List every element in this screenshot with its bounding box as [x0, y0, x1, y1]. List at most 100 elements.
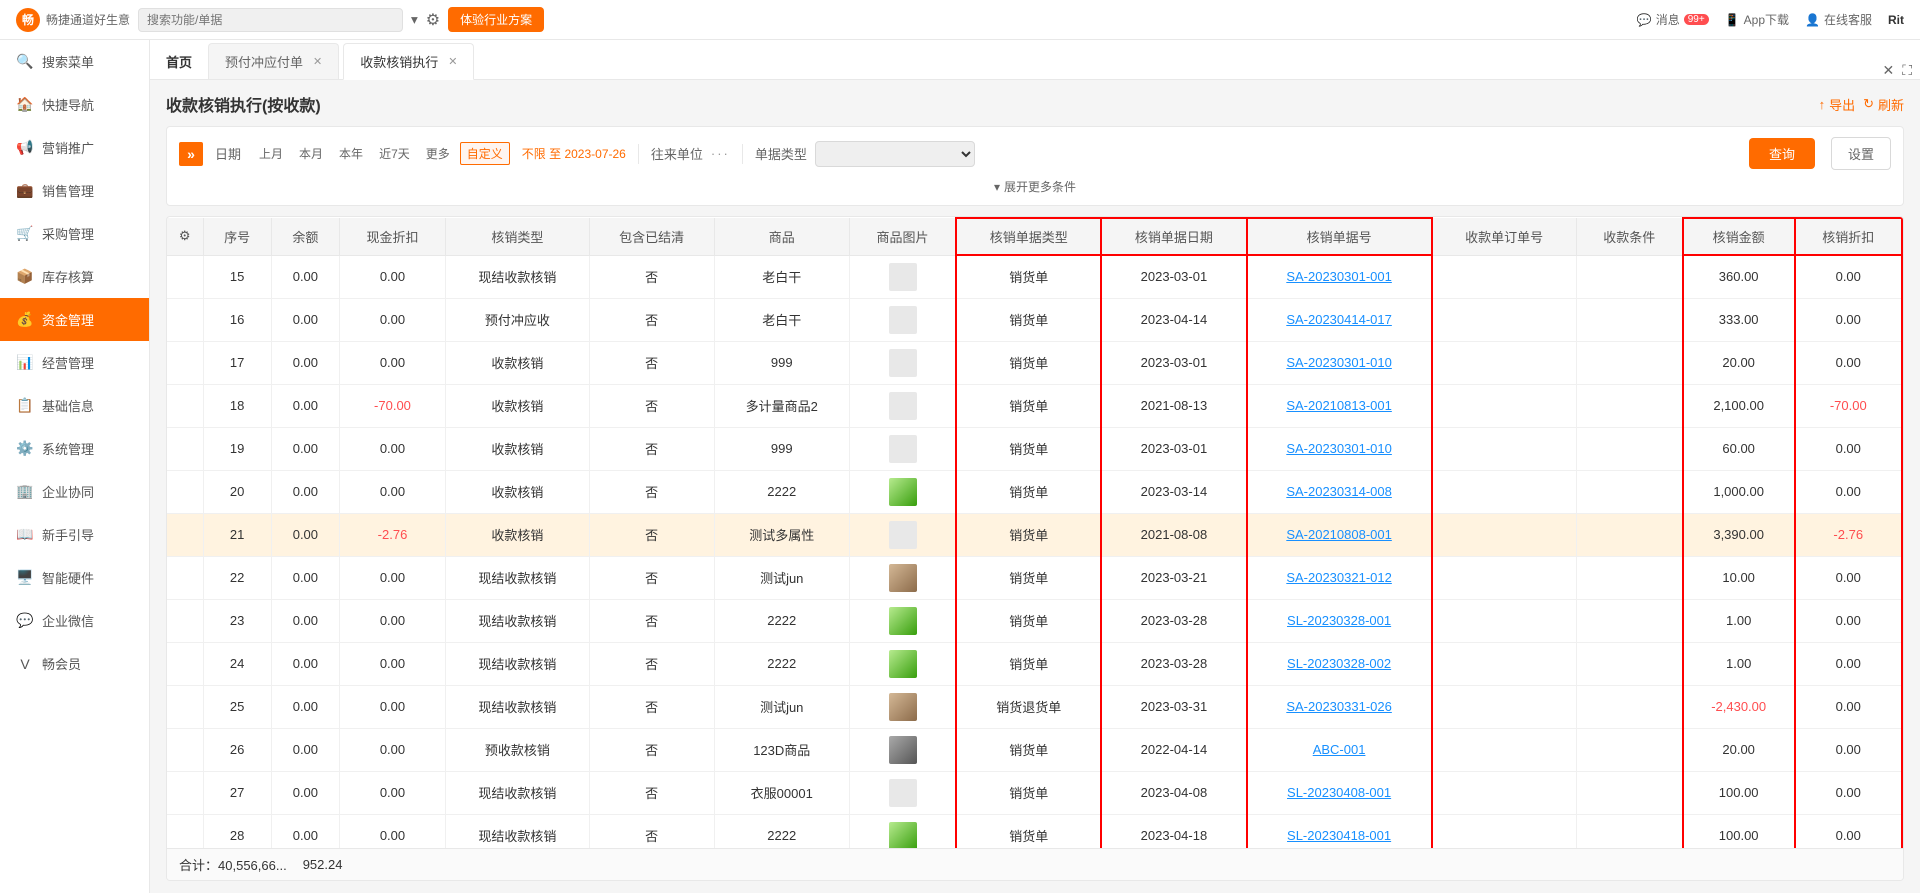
- tab-prepay-close[interactable]: ✕: [313, 55, 322, 68]
- sidebar-item-enterprise[interactable]: 🏢 企业协同: [0, 470, 149, 513]
- sidebar-item-smart-hw[interactable]: 🖥️ 智能硬件: [0, 556, 149, 599]
- date-btn-7days[interactable]: 近7天: [373, 143, 416, 164]
- page-title: 收款核销执行(按收款): [166, 92, 321, 116]
- filter-expand-btn[interactable]: »: [179, 142, 203, 166]
- inventory-icon: 📦: [16, 268, 34, 286]
- layout: 🔍 搜索菜单 🏠 快捷导航 📢 营销推广 💼 销售管理 🛒 采购管理 📦 库存核…: [0, 40, 1920, 893]
- fund-icon: 💰: [16, 311, 34, 329]
- table-footer: 合计：40,556,66... 952.24: [167, 848, 1903, 880]
- date-btn-this-month[interactable]: 本月: [293, 143, 329, 164]
- tab-prepay[interactable]: 预付冲应付单 ✕: [208, 43, 339, 79]
- voucher-type-group: 单据类型: [755, 141, 975, 167]
- tab-collection[interactable]: 收款核销执行 ✕: [343, 43, 474, 80]
- export-btn[interactable]: ↑ 导出: [1819, 95, 1856, 114]
- smart-hw-icon: 🖥️: [16, 569, 34, 587]
- sidebar-item-system-mgmt[interactable]: ⚙️ 系统管理: [0, 427, 149, 470]
- sidebar-label-operations: 经营管理: [42, 353, 94, 372]
- sidebar-item-operations[interactable]: 📊 经营管理: [0, 341, 149, 384]
- refresh-btn[interactable]: ↻ 刷新: [1863, 95, 1904, 114]
- th-goods: 商品: [714, 218, 849, 255]
- app-download-btn[interactable]: 📱 App下载: [1725, 11, 1789, 28]
- voucher-type-select[interactable]: [815, 141, 975, 167]
- sidebar-label-fund-mgmt: 资金管理: [42, 310, 94, 329]
- window-maximize-btn[interactable]: ⛶: [1902, 62, 1912, 79]
- expand-more-btn[interactable]: ▾ 展开更多条件: [179, 178, 1891, 195]
- window-close-btn[interactable]: ✕: [1882, 62, 1894, 79]
- tab-home[interactable]: 首页: [158, 44, 200, 79]
- system-icon: ⚙️: [16, 440, 34, 458]
- th-receipt-condition: 收款条件: [1576, 218, 1683, 255]
- brand-name: 畅捷通道好生意: [46, 11, 130, 28]
- sidebar-label-new-guide: 新手引导: [42, 525, 94, 544]
- topbar-settings-btn[interactable]: ⚙: [426, 10, 440, 30]
- filter-bar: » 日期 上月 本月 本年 近7天 更多 自定义 不限 至 2023-07-26: [166, 126, 1904, 206]
- date-options: 上月 本月 本年 近7天 更多 自定义: [253, 142, 510, 165]
- sidebar-item-search-menu[interactable]: 🔍 搜索菜单: [0, 40, 149, 83]
- query-btn[interactable]: 查询: [1749, 138, 1815, 169]
- sidebar-item-inventory[interactable]: 📦 库存核算: [0, 255, 149, 298]
- table-row: 21 0.00 -2.76 收款核销 否 测试多属性 销货单 2021-08-0…: [167, 513, 1902, 556]
- sidebar-label-search-menu: 搜索菜单: [42, 52, 94, 71]
- sidebar-item-purchase-mgmt[interactable]: 🛒 采购管理: [0, 212, 149, 255]
- sidebar-item-marketing[interactable]: 📢 营销推广: [0, 126, 149, 169]
- online-service-btn[interactable]: 👤 在线客服: [1805, 11, 1872, 28]
- date-btn-custom[interactable]: 自定义: [460, 142, 510, 165]
- sidebar-label-marketing: 营销推广: [42, 138, 94, 157]
- tab-collection-close[interactable]: ✕: [448, 55, 457, 68]
- page-content: 收款核销执行(按收款) ↑ 导出 ↻ 刷新 »: [150, 80, 1920, 893]
- app-icon: 📱: [1725, 13, 1740, 27]
- footer-amount: 合计：40,556,66...: [179, 855, 287, 874]
- date-btn-last-month[interactable]: 上月: [253, 143, 289, 164]
- filter-settings-btn[interactable]: 设置: [1831, 137, 1891, 170]
- data-table: ⚙ 序号 余额 现金折扣 核销类型 包含已结清 商品 商品图片 核销单据类型 核…: [167, 217, 1903, 848]
- filter-divider2: [742, 144, 743, 164]
- table-row: 23 0.00 0.00 现结收款核销 否 2222 销货单 2023-03-2…: [167, 599, 1902, 642]
- table-row: 22 0.00 0.00 现结收款核销 否 测试jun 销货单 2023-03-…: [167, 556, 1902, 599]
- date-btn-more[interactable]: 更多: [420, 143, 456, 164]
- th-verify-amount: 核销金额: [1683, 218, 1795, 255]
- th-cash-discount: 现金折扣: [340, 218, 446, 255]
- sidebar-label-inventory: 库存核算: [42, 267, 94, 286]
- main-area: 首页 预付冲应付单 ✕ 收款核销执行 ✕ ✕ ⛶ 收款核销执行(按收款): [150, 40, 1920, 893]
- partner-group: 往来单位 ···: [651, 144, 730, 163]
- sidebar-item-sales-mgmt[interactable]: 💼 销售管理: [0, 169, 149, 212]
- enterprise-icon: 🏢: [16, 483, 34, 501]
- sidebar-item-base-info[interactable]: 📋 基础信息: [0, 384, 149, 427]
- table-row: 26 0.00 0.00 预收款核销 否 123D商品 销货单 2022-04-…: [167, 728, 1902, 771]
- table-row: 27 0.00 0.00 现结收款核销 否 衣服00001 销货单 2023-0…: [167, 771, 1902, 814]
- sidebar-item-enterprise-wx[interactable]: 💬 企业微信: [0, 599, 149, 642]
- search-menu-icon: 🔍: [16, 53, 34, 71]
- user-name: Rit: [1888, 13, 1904, 27]
- sidebar-label-smart-hw: 智能硬件: [42, 568, 94, 587]
- th-settings[interactable]: ⚙: [167, 218, 203, 255]
- partner-dots: ···: [711, 146, 730, 161]
- purchase-icon: 🛒: [16, 225, 34, 243]
- member-icon: V: [16, 655, 34, 673]
- footer-discount: 952.24: [303, 857, 343, 872]
- th-verify-no: 核销单据号: [1247, 218, 1432, 255]
- top-search-input[interactable]: [138, 8, 403, 32]
- table-row: 24 0.00 0.00 现结收款核销 否 2222 销货单 2023-03-2…: [167, 642, 1902, 685]
- search-dropdown-btn[interactable]: ▾: [411, 12, 418, 28]
- sidebar-item-member[interactable]: V 畅会员: [0, 642, 149, 685]
- date-btn-this-year[interactable]: 本年: [333, 143, 369, 164]
- th-verify-type: 核销类型: [445, 218, 589, 255]
- sidebar-label-enterprise-wx: 企业微信: [42, 611, 94, 630]
- industry-btn[interactable]: 体验行业方案: [448, 7, 544, 32]
- table-body: 15 0.00 0.00 现结收款核销 否 老白干 销货单 2023-03-01…: [167, 255, 1902, 848]
- marketing-icon: 📢: [16, 139, 34, 157]
- sidebar-item-fund-mgmt[interactable]: 💰 资金管理: [0, 298, 149, 341]
- tab-collection-label: 收款核销执行: [360, 52, 438, 71]
- filter-row: » 日期 上月 本月 本年 近7天 更多 自定义 不限 至 2023-07-26: [179, 137, 1891, 170]
- sidebar-item-new-guide[interactable]: 📖 新手引导: [0, 513, 149, 556]
- filter-divider: [638, 144, 639, 164]
- service-icon: 👤: [1805, 13, 1820, 27]
- tab-bar-actions: ✕ ⛶: [1882, 62, 1912, 79]
- notification-btn[interactable]: 💬 消息 99+: [1637, 11, 1709, 28]
- th-balance: 余额: [271, 218, 339, 255]
- sidebar-item-quick-nav[interactable]: 🏠 快捷导航: [0, 83, 149, 126]
- sidebar-label-purchase-mgmt: 采购管理: [42, 224, 94, 243]
- table-scroll[interactable]: ⚙ 序号 余额 现金折扣 核销类型 包含已结清 商品 商品图片 核销单据类型 核…: [167, 217, 1903, 848]
- table-row: 18 0.00 -70.00 收款核销 否 多计量商品2 销货单 2021-08…: [167, 384, 1902, 427]
- chevron-down-icon: ▾: [994, 180, 1000, 194]
